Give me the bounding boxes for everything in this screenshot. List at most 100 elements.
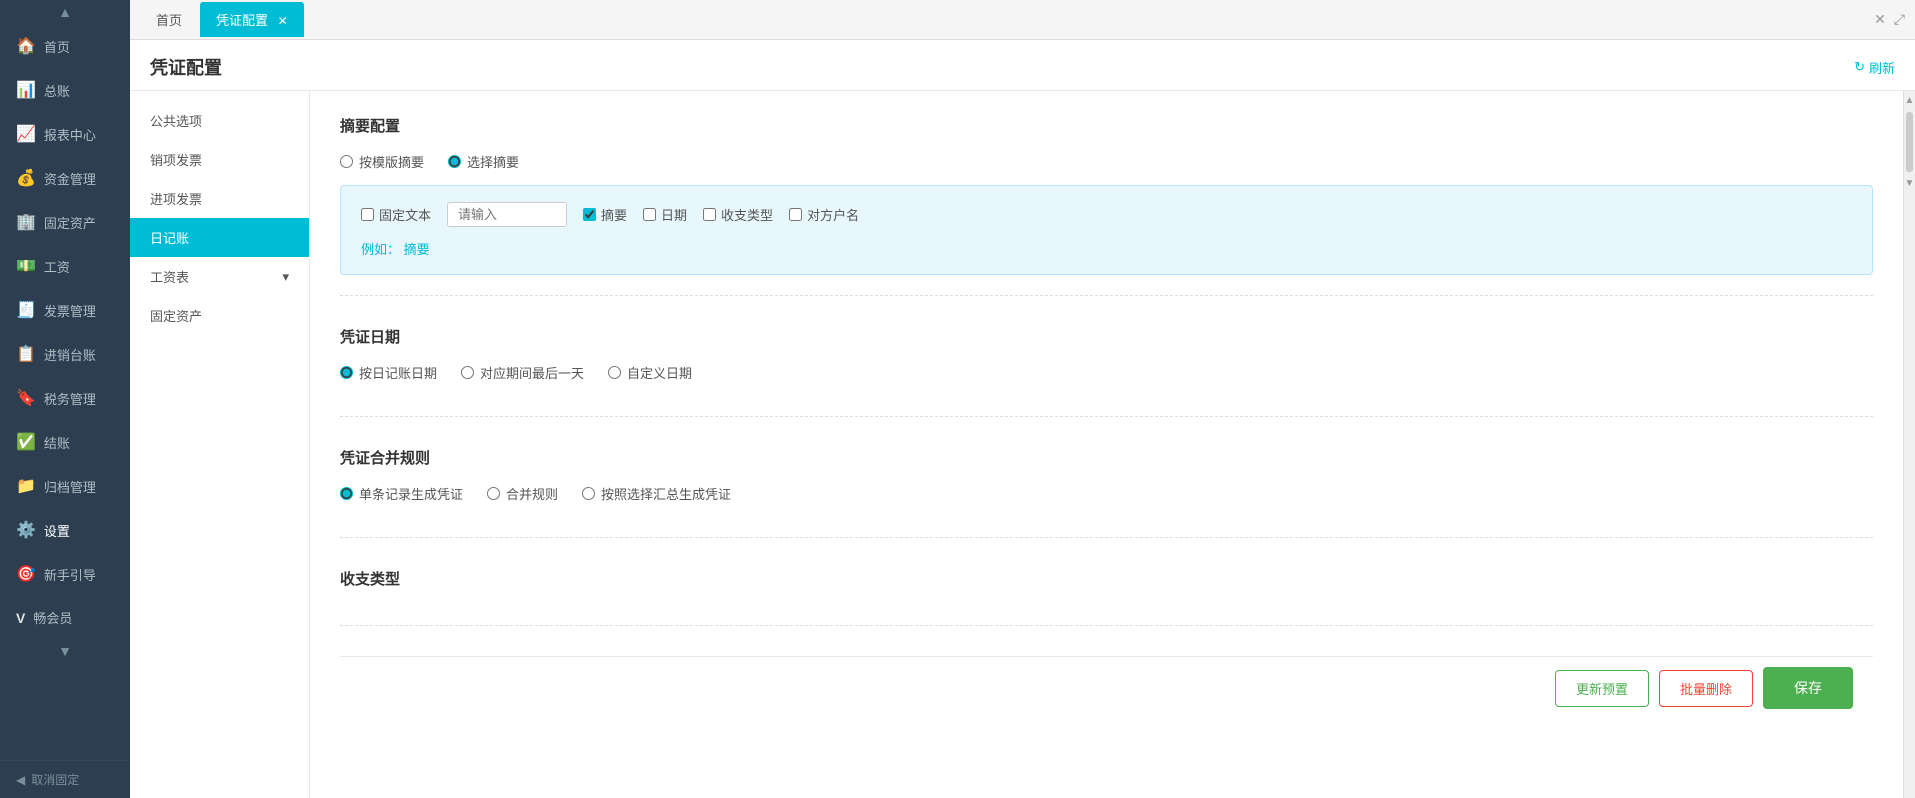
radio-single-record[interactable]: 单条记录生成凭证	[340, 484, 463, 503]
sidebar-item-archive[interactable]: 📁 归档管理	[0, 464, 130, 508]
home-icon: 🏠	[16, 36, 36, 56]
income-section: 收支类型	[340, 568, 1873, 626]
refresh-label: 刷新	[1869, 58, 1895, 77]
radio-journal-date[interactable]: 按日记账日期	[340, 363, 437, 382]
reports-icon: 📈	[16, 124, 36, 144]
sidebar-item-home[interactable]: 🏠 首页	[0, 24, 130, 68]
sidebar-item-funds[interactable]: 💰 资金管理	[0, 156, 130, 200]
left-nav-public[interactable]: 公共选项	[130, 101, 309, 140]
archive-icon: 📁	[16, 476, 36, 496]
checkbox-income-type[interactable]: 收支类型	[703, 205, 773, 224]
guide-icon: 🎯	[16, 564, 36, 584]
pin-icon: ◀	[16, 773, 25, 787]
date-radio-group: 按日记账日期 对应期间最后一天 自定义日期	[340, 363, 1873, 382]
scrollbar-thumb[interactable]	[1906, 112, 1913, 172]
left-nav-sales-invoice[interactable]: 销项发票	[130, 140, 309, 179]
sidebar-item-label: 畅会员	[33, 608, 72, 627]
radio-batch-generate-input[interactable]	[582, 487, 595, 500]
radio-merge-rule[interactable]: 合并规则	[487, 484, 558, 503]
radio-single-record-input[interactable]	[340, 487, 353, 500]
sidebar-item-vip[interactable]: V 畅会员	[0, 596, 130, 639]
left-nav-journal[interactable]: 日记账	[130, 218, 309, 257]
radio-custom-date[interactable]: 自定义日期	[608, 363, 692, 382]
radio-select-summary-input[interactable]	[448, 155, 461, 168]
assets-icon: 🏢	[16, 212, 36, 232]
radio-select-summary[interactable]: 选择摘要	[448, 152, 519, 171]
left-nav-purchase-invoice[interactable]: 进项发票	[130, 179, 309, 218]
date-section: 凭证日期 按日记账日期 对应期间最后一天 自定义日期	[340, 326, 1873, 417]
scrollbar-down-arrow[interactable]: ▼	[1904, 174, 1915, 193]
sidebar-item-tax[interactable]: 🔖 税务管理	[0, 376, 130, 420]
merge-section-title: 凭证合并规则	[340, 447, 1873, 468]
radio-template-summary[interactable]: 按模版摘要	[340, 152, 424, 171]
resize-window-icon[interactable]: ⤢	[1894, 11, 1905, 28]
sidebar-item-label: 新手引导	[44, 565, 96, 584]
sidebar-item-reports[interactable]: 📈 报表中心	[0, 112, 130, 156]
chevron-down-icon: ▾	[282, 269, 289, 285]
sidebar-scroll-up[interactable]: ▲	[0, 0, 130, 24]
tax-icon: 🔖	[16, 388, 36, 408]
close-window-icon[interactable]: ✕	[1874, 11, 1886, 28]
update-preview-button[interactable]: 更新预置	[1555, 670, 1649, 707]
sidebar-item-sales-ledger[interactable]: 📋 进销台账	[0, 332, 130, 376]
sidebar: ▲ 🏠 首页 📊 总账 📈 报表中心 💰 资金管理 🏢 固定资产 💵 工资 🧾 …	[0, 0, 130, 798]
tab-home[interactable]: 首页	[140, 2, 198, 37]
sales-ledger-icon: 📋	[16, 344, 36, 364]
sidebar-item-label: 总账	[44, 81, 70, 100]
radio-template-summary-input[interactable]	[340, 155, 353, 168]
cancel-pin-button[interactable]: ◀ 取消固定	[0, 760, 130, 798]
sidebar-item-label: 报表中心	[44, 125, 96, 144]
sidebar-item-assets[interactable]: 🏢 固定资产	[0, 200, 130, 244]
fixed-text-input[interactable]	[447, 202, 567, 227]
refresh-button[interactable]: ↻ 刷新	[1854, 58, 1895, 77]
checkbox-fixed-text[interactable]: 固定文本	[361, 205, 431, 224]
sidebar-item-label: 结账	[44, 433, 70, 452]
checkbox-income-type-input[interactable]	[703, 208, 716, 221]
radio-period-last-day[interactable]: 对应期间最后一天	[461, 363, 584, 382]
summary-checkboxes-row: 固定文本 摘要 日期 收支类型	[361, 202, 1852, 227]
date-section-title: 凭证日期	[340, 326, 1873, 347]
checkbox-fixed-text-input[interactable]	[361, 208, 374, 221]
sidebar-item-label: 工资	[44, 257, 70, 276]
right-content: 摘要配置 按模版摘要 选择摘要 固定文本	[310, 91, 1903, 798]
settlement-icon: ✅	[16, 432, 36, 452]
summary-section: 摘要配置 按模版摘要 选择摘要 固定文本	[340, 115, 1873, 296]
checkbox-date[interactable]: 日期	[643, 205, 687, 224]
radio-batch-generate[interactable]: 按照选择汇总生成凭证	[582, 484, 731, 503]
window-controls: ✕ ⤢	[1874, 11, 1905, 28]
sidebar-item-label: 归档管理	[44, 477, 96, 496]
checkbox-summary[interactable]: 摘要	[583, 205, 627, 224]
left-nav-salary-sheet[interactable]: 工资表 ▾	[130, 257, 309, 296]
save-button[interactable]: 保存	[1763, 667, 1853, 709]
salary-icon: 💵	[16, 256, 36, 276]
sidebar-item-ledger[interactable]: 📊 总账	[0, 68, 130, 112]
batch-delete-button[interactable]: 批量删除	[1659, 670, 1753, 707]
radio-period-last-day-input[interactable]	[461, 366, 474, 379]
example-text: 例如： 摘要	[361, 239, 1852, 258]
radio-custom-date-input[interactable]	[608, 366, 621, 379]
checkbox-counterparty[interactable]: 对方户名	[789, 205, 859, 224]
radio-journal-date-input[interactable]	[340, 366, 353, 379]
sidebar-item-settlement[interactable]: ✅ 结账	[0, 420, 130, 464]
outer-scrollbar[interactable]: ▲ ▼	[1903, 91, 1915, 798]
refresh-icon: ↻	[1854, 59, 1865, 75]
vip-icon: V	[16, 610, 25, 626]
sidebar-item-settings[interactable]: ⚙️ 设置	[0, 508, 130, 552]
sidebar-scroll-down[interactable]: ▼	[0, 639, 130, 663]
tab-voucher-config[interactable]: 凭证配置 ✕	[200, 2, 304, 37]
income-section-title: 收支类型	[340, 568, 1873, 589]
sidebar-item-salary[interactable]: 💵 工资	[0, 244, 130, 288]
checkbox-summary-input[interactable]	[583, 208, 596, 221]
sidebar-item-label: 设置	[44, 521, 70, 540]
checkbox-counterparty-input[interactable]	[789, 208, 802, 221]
scrollbar-up-arrow[interactable]: ▲	[1904, 91, 1915, 110]
radio-merge-rule-input[interactable]	[487, 487, 500, 500]
sidebar-item-guide[interactable]: 🎯 新手引导	[0, 552, 130, 596]
left-nav-fixed-assets[interactable]: 固定资产	[130, 296, 309, 335]
tab-close-icon[interactable]: ✕	[278, 14, 288, 28]
checkbox-date-input[interactable]	[643, 208, 656, 221]
merge-radio-group: 单条记录生成凭证 合并规则 按照选择汇总生成凭证	[340, 484, 1873, 503]
content-area: 公共选项 销项发票 进项发票 日记账 工资表 ▾ 固定资产 摘要配置	[130, 91, 1915, 798]
sidebar-item-invoice-mgmt[interactable]: 🧾 发票管理	[0, 288, 130, 332]
page-title: 凭证配置	[150, 54, 222, 80]
